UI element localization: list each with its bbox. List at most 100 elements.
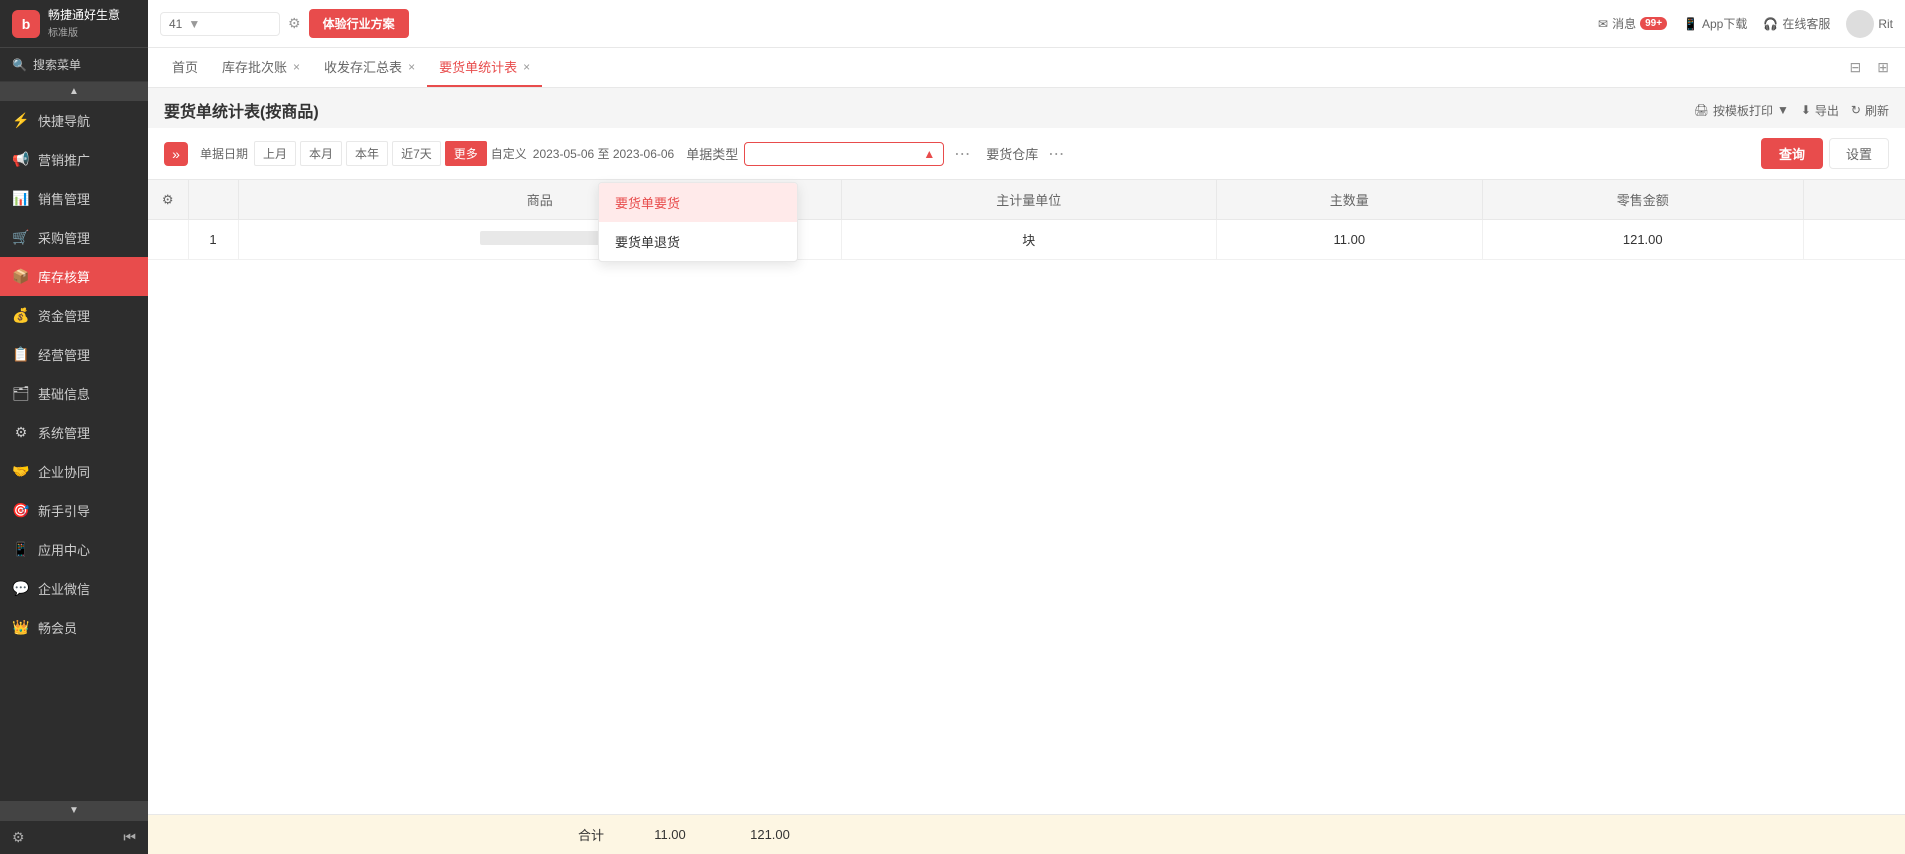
- header-left: 41 ▼ ⚙ 体验行业方案: [160, 9, 409, 38]
- headset-icon: 🎧: [1763, 17, 1778, 31]
- table-footer: 合计 11.00 121.00: [148, 814, 1905, 854]
- date-last-month-btn[interactable]: 上月: [254, 141, 296, 166]
- tab-minimize-icon[interactable]: ⊟: [1846, 55, 1866, 80]
- date-7days-btn[interactable]: 近7天: [392, 141, 441, 166]
- dropdown-option-return[interactable]: 要货单退货: [599, 222, 797, 261]
- type-dropdown-arrow[interactable]: ▲: [923, 147, 935, 161]
- sidebar-label-quick-nav: 快捷导航: [38, 111, 90, 130]
- tab-expand-icon[interactable]: ⊞: [1873, 55, 1893, 80]
- sidebar-label-guide: 新手引导: [38, 501, 90, 520]
- tab-order-stats[interactable]: 要货单统计表 ×: [427, 48, 542, 87]
- row-settings-cell: [148, 220, 188, 260]
- type-filter-label: 单据类型: [686, 144, 738, 163]
- messages-item[interactable]: ✉ 消息 99+: [1598, 15, 1667, 32]
- sidebar-icon-system: ⚙: [12, 424, 30, 441]
- tab-inventory-batch-close[interactable]: ×: [293, 60, 300, 74]
- tab-inventory-batch[interactable]: 库存批次账 ×: [210, 48, 312, 87]
- app-download-item[interactable]: 📱 App下载: [1683, 15, 1747, 32]
- store-selector[interactable]: 41 ▼: [160, 12, 280, 36]
- type-more-icon[interactable]: ⋯: [950, 144, 974, 164]
- user-name: Rit: [1878, 17, 1893, 31]
- query-button[interactable]: 查询: [1761, 138, 1823, 169]
- tab-home[interactable]: 首页: [160, 48, 210, 87]
- type-dropdown[interactable]: ▲: [744, 142, 944, 166]
- sidebar-icon-purchase: 🛒: [12, 229, 30, 246]
- col-extra-header: [1803, 180, 1905, 220]
- sidebar-item-sales[interactable]: 📊销售管理: [0, 179, 148, 218]
- search-icon: 🔍: [12, 58, 27, 72]
- collapse-icon[interactable]: ⏮: [123, 829, 136, 846]
- tab-shipment-summary[interactable]: 收发存汇总表 ×: [312, 48, 427, 87]
- sidebar-item-app-center[interactable]: 📱应用中心: [0, 530, 148, 569]
- col-quantity-header: 主数量: [1216, 180, 1482, 220]
- col-settings-header[interactable]: ⚙: [148, 180, 188, 220]
- refresh-label: 刷新: [1865, 102, 1889, 119]
- online-service-item[interactable]: 🎧 在线客服: [1763, 15, 1830, 32]
- type-filter-group: 单据类型 ▲ ⋯: [686, 142, 974, 166]
- col-unit-header: 主计量单位: [841, 180, 1216, 220]
- dropdown-option-request[interactable]: 要货单要货: [599, 183, 797, 222]
- warehouse-filter-label: 要货仓库: [986, 144, 1038, 163]
- sidebar-scroll-down[interactable]: ▼: [0, 801, 148, 820]
- user-item[interactable]: Rit: [1846, 10, 1893, 38]
- page-title: 要货单统计表(按商品): [164, 98, 319, 122]
- avatar: [1846, 10, 1874, 38]
- data-table-container: ⚙ 商品 主计量单位 主数量 零售金额 1 块 11.00 121.00: [148, 180, 1905, 814]
- sidebar-icon-member: 👑: [12, 619, 30, 636]
- page-header: 要货单统计表(按商品) 🖨 按模板打印 ▼ ⬇ 导出 ↻ 刷新: [148, 88, 1905, 128]
- sidebar-label-system: 系统管理: [38, 423, 90, 442]
- sidebar-item-basic-info[interactable]: 🗂基础信息: [0, 374, 148, 413]
- tab-shipment-summary-close[interactable]: ×: [408, 60, 415, 74]
- sidebar-icon-operations: 📋: [12, 346, 30, 363]
- search-menu[interactable]: 🔍 搜索菜单: [0, 48, 148, 82]
- logo-icon: b: [12, 10, 40, 38]
- tab-bar-actions: ⊟ ⊞: [1846, 55, 1893, 80]
- row-extra-cell: [1803, 220, 1905, 260]
- date-this-year-btn[interactable]: 本年: [346, 141, 388, 166]
- date-more-btn[interactable]: 更多: [445, 141, 487, 166]
- sidebar-item-member[interactable]: 👑畅会员: [0, 608, 148, 647]
- sidebar-item-purchase[interactable]: 🛒采购管理: [0, 218, 148, 257]
- col-num-header: [188, 180, 238, 220]
- row-amount-cell: 121.00: [1482, 220, 1803, 260]
- date-filter-group: 单据日期 上月 本月 本年 近7天 更多 自定义 2023-05-06 至 20…: [200, 141, 674, 166]
- sidebar-item-quick-nav[interactable]: ⚡快捷导航: [0, 101, 148, 140]
- settings-icon[interactable]: ⚙: [12, 829, 25, 846]
- data-table: ⚙ 商品 主计量单位 主数量 零售金额 1 块 11.00 121.00: [148, 180, 1905, 260]
- refresh-btn[interactable]: ↻ 刷新: [1851, 102, 1889, 119]
- app-name: 畅捷通好生意: [48, 8, 120, 24]
- messages-label: 消息: [1612, 15, 1636, 32]
- row-unit-cell: 块: [841, 220, 1216, 260]
- sidebar-scroll-up[interactable]: ▲: [0, 82, 148, 101]
- sidebar-item-marketing[interactable]: 📢营销推广: [0, 140, 148, 179]
- warehouse-more-icon[interactable]: ⋯: [1044, 144, 1068, 164]
- print-template-btn[interactable]: 🖨 按模板打印 ▼: [1694, 102, 1789, 119]
- trial-button[interactable]: 体验行业方案: [309, 9, 409, 38]
- sidebar-item-cooperation[interactable]: 🤝企业协同: [0, 452, 148, 491]
- header-gear-icon[interactable]: ⚙: [288, 15, 301, 32]
- footer-label: 合计: [578, 828, 604, 843]
- sidebar-item-system[interactable]: ⚙ 系统管理: [0, 413, 148, 452]
- page-content: 要货单统计表(按商品) 🖨 按模板打印 ▼ ⬇ 导出 ↻ 刷新 »: [148, 88, 1905, 854]
- sidebar: b 畅捷通好生意 标准版 🔍 搜索菜单 ▲ ⚡快捷导航📢营销推广📊销售管理🛒采购…: [0, 0, 148, 854]
- messages-badge: 99+: [1640, 17, 1667, 30]
- sidebar-item-inventory[interactable]: 📦库存核算: [0, 257, 148, 296]
- sidebar-item-wechat[interactable]: 💬企业微信: [0, 569, 148, 608]
- app-download-label: App下载: [1702, 15, 1747, 32]
- date-this-month-btn[interactable]: 本月: [300, 141, 342, 166]
- sidebar-item-operations[interactable]: 📋经营管理: [0, 335, 148, 374]
- tab-inventory-batch-label: 库存批次账: [222, 57, 287, 76]
- date-custom-label[interactable]: 自定义: [491, 145, 527, 162]
- sidebar-item-guide[interactable]: 🎯新手引导: [0, 491, 148, 530]
- tab-order-stats-close[interactable]: ×: [523, 60, 530, 74]
- filter-action-buttons: 查询 设置: [1761, 138, 1889, 169]
- filter-expand-button[interactable]: »: [164, 142, 188, 166]
- settings-button[interactable]: 设置: [1829, 138, 1889, 169]
- export-btn[interactable]: ⬇ 导出: [1801, 102, 1839, 119]
- sidebar-icon-app-center: 📱: [12, 541, 30, 558]
- sidebar-label-cooperation: 企业协同: [38, 462, 90, 481]
- sidebar-item-finance[interactable]: 💰资金管理: [0, 296, 148, 335]
- date-filter-label: 单据日期: [200, 145, 248, 162]
- print-dropdown-icon: ▼: [1777, 103, 1789, 117]
- type-input[interactable]: [753, 147, 923, 161]
